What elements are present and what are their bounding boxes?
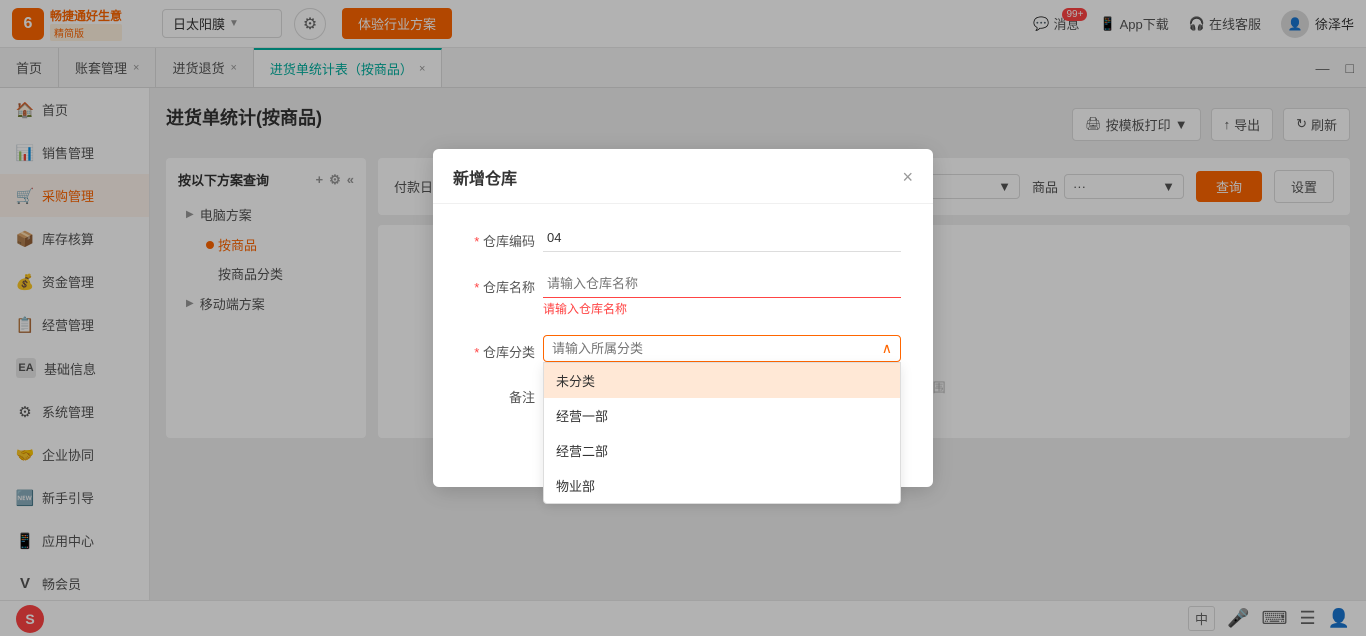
category-input-row[interactable]: ∧ [543,335,901,362]
new-warehouse-modal: 新增仓库 × * 仓库编码 * 仓库名称 请输入仓库名称 * [433,149,933,487]
note-label: 备注 [465,380,535,406]
modal-close-button[interactable]: × [902,167,913,188]
name-label: * 仓库名称 [465,270,535,296]
form-row-code: * 仓库编码 [465,224,901,252]
category-input[interactable] [552,341,882,356]
category-label: * 仓库分类 [465,335,535,361]
name-input[interactable] [543,270,901,298]
modal-title: 新增仓库 [453,165,517,189]
name-error-msg: 请输入仓库名称 [543,300,901,317]
code-input[interactable] [543,224,901,252]
dropdown-item-dept2[interactable]: 经营二部 [544,433,900,468]
dropdown-item-dept1[interactable]: 经营一部 [544,398,900,433]
category-toggle-icon[interactable]: ∧ [882,340,892,357]
dropdown-item-dept3[interactable]: 物业部 [544,468,900,503]
category-dropdown: 未分类 经营一部 经营二部 物业部 [543,362,901,504]
modal-body: * 仓库编码 * 仓库名称 请输入仓库名称 * 仓库分类 [433,204,933,428]
dropdown-item-uncategorized[interactable]: 未分类 [544,363,900,398]
modal-header: 新增仓库 × [433,149,933,204]
category-wrapper: ∧ 未分类 经营一部 经营二部 物业部 [543,335,901,362]
code-label: * 仓库编码 [465,224,535,250]
form-row-category: * 仓库分类 ∧ 未分类 经营一部 经营二部 物业部 [465,335,901,362]
form-row-name: * 仓库名称 请输入仓库名称 [465,270,901,317]
